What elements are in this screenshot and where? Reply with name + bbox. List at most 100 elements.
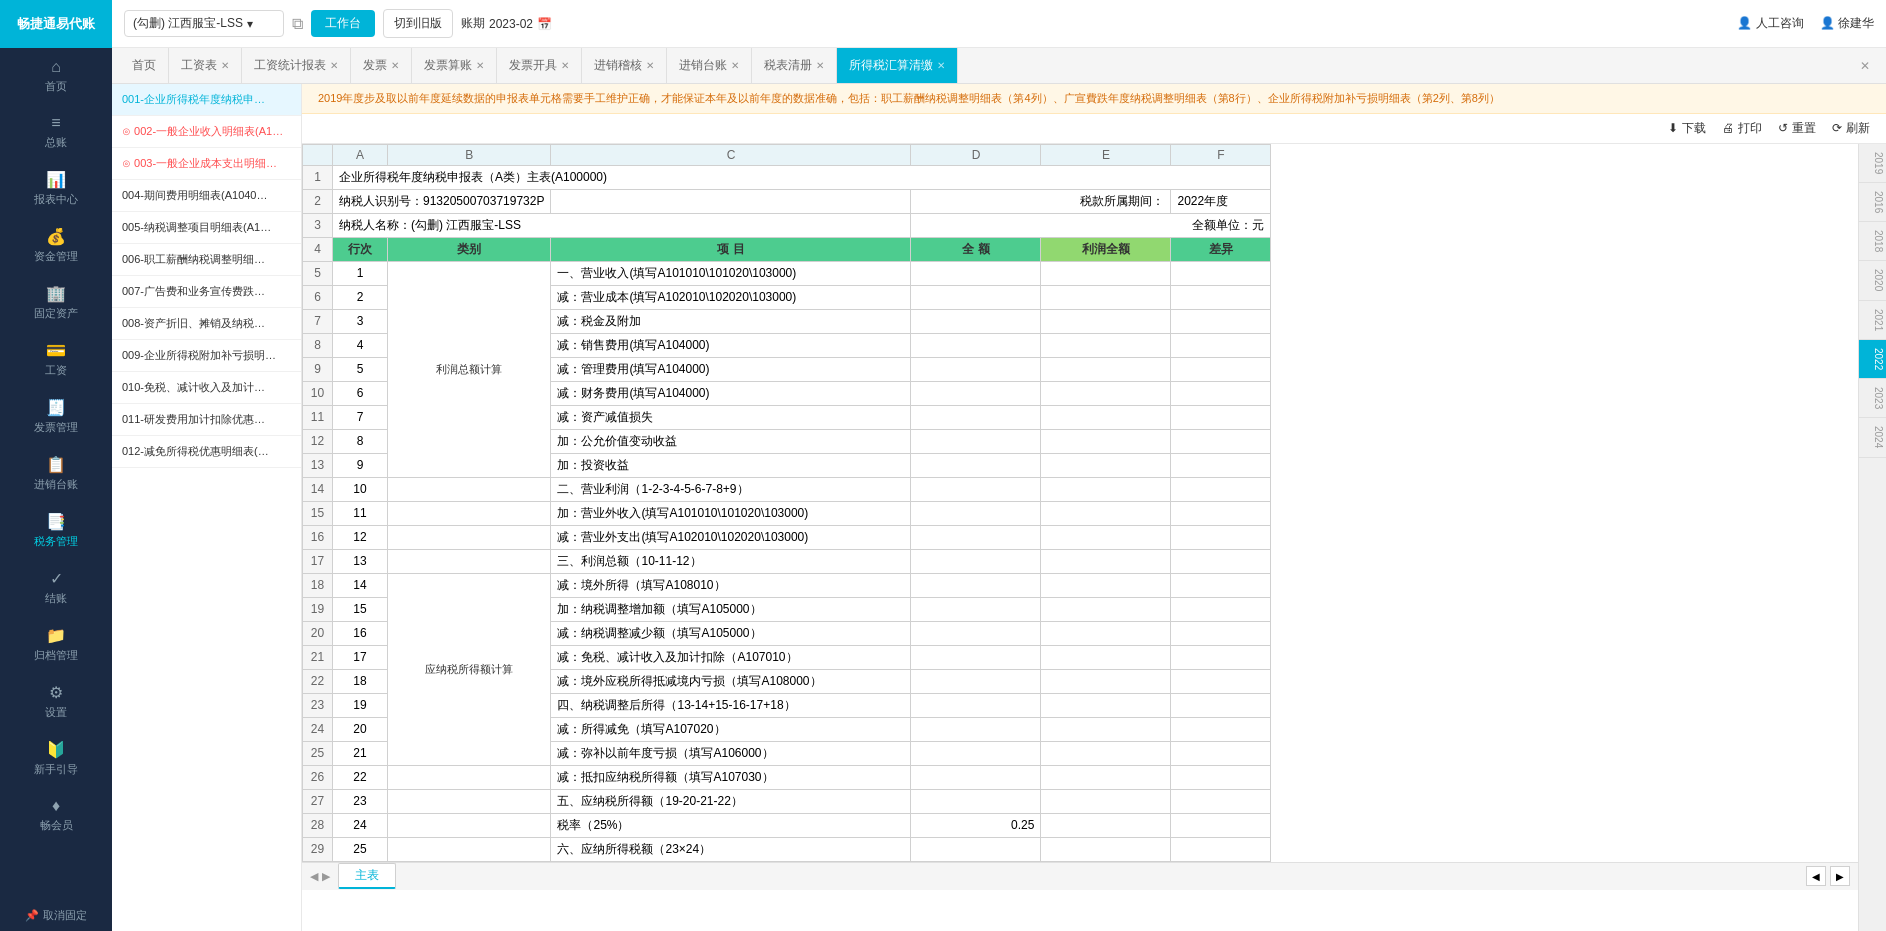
sidebar-item-archive[interactable]: 📁 归档管理 [0,616,112,673]
scroll-right-btn[interactable]: ▶ [1830,866,1850,886]
copy-icon[interactable]: ⧉ [292,15,303,33]
currency-label-cell: 全额单位：元 [911,213,1271,237]
sidebar-item-ledger[interactable]: ≡ 总账 [0,104,112,160]
sidebar-item-settlement[interactable]: ✓ 结账 [0,559,112,616]
tab-invoice-calc[interactable]: 发票算账 ✕ [412,48,497,84]
sheet-tab-main[interactable]: 主表 [338,863,396,889]
tab-invoice-issue-close[interactable]: ✕ [561,60,569,71]
print-button[interactable]: 🖨 打印 [1722,120,1762,137]
sidebar-item-invoices[interactable]: 🧾 发票管理 [0,388,112,445]
year-2022[interactable]: 2022 [1859,340,1886,379]
sidebar-item-fixed-assets[interactable]: 🏢 固定资产 [0,274,112,331]
row-num-16: 16 [303,525,333,549]
tab-fapiao-close[interactable]: ✕ [391,60,399,71]
tab-income-tax[interactable]: 所得税汇算清缴 ✕ [837,48,958,84]
col-lirun-header: 利润全额 [1041,237,1171,261]
sidebar-item-assets[interactable]: 💰 资金管理 [0,217,112,274]
year-2023[interactable]: 2023 [1859,379,1886,418]
xuhao-12: 8 [333,429,388,453]
chay-21 [1171,645,1271,669]
tab-invoice-issue[interactable]: 发票开具 ✕ [497,48,582,84]
quanje-13 [911,453,1041,477]
left-panel-item-005[interactable]: 005-纳税调整项目明细表(A1… [112,212,301,244]
left-panel-item-010[interactable]: 010-免税、减计收入及加计… [112,372,301,404]
sidebar-item-reports[interactable]: 📊 报表中心 [0,160,112,217]
row-num-2: 2 [303,189,333,213]
refresh-button[interactable]: ⟳ 刷新 [1832,120,1870,137]
row-num-25: 25 [303,741,333,765]
left-panel-item-012[interactable]: 012-减免所得税优惠明细表(… [112,436,301,468]
sidebar-pin-btn[interactable]: 📌 取消固定 [0,900,112,931]
tab-invoice-calc-close[interactable]: ✕ [476,60,484,71]
fixed-assets-icon: 🏢 [46,284,66,303]
switch-version-button[interactable]: 切到旧版 [383,9,453,38]
company-selector[interactable]: (勾删) 江西服宝-LSS ▾ [124,10,284,37]
quanje-19 [911,597,1041,621]
left-panel-item-007[interactable]: 007-广告费和业务宣传费跌… [112,276,301,308]
download-button[interactable]: ⬇ 下载 [1668,120,1706,137]
xuhao-27: 23 [333,789,388,813]
tab-tax-list-close[interactable]: ✕ [816,60,824,71]
tab-tax-list[interactable]: 税表清册 ✕ [752,48,837,84]
left-panel-item-002[interactable]: ⊙ 002-一般企业收入明细表(A1… [112,116,301,148]
tab-payroll-stats[interactable]: 工资统计报表 ✕ [242,48,351,84]
sidebar-item-guide[interactable]: 🔰 新手引导 [0,730,112,787]
row-num-24: 24 [303,717,333,741]
sidebar-item-member[interactable]: ♦ 畅会员 [0,787,112,843]
left-panel-item-008[interactable]: 008-资产折旧、摊销及纳税… [112,308,301,340]
year-2016[interactable]: 2016 [1859,183,1886,222]
sidebar-item-purchases[interactable]: 📋 进销台账 [0,445,112,502]
next-sheet-btn[interactable]: ▶ [322,870,330,883]
sidebar-label-member: 畅会员 [40,818,73,833]
sidebar-item-home[interactable]: ⌂ 首页 [0,48,112,104]
tab-income-tax-close[interactable]: ✕ [937,60,945,71]
empty-cell-2c [551,189,911,213]
reset-icon: ↺ [1778,121,1788,135]
tab-payroll-stats-close[interactable]: ✕ [330,60,338,71]
left-panel-item-001[interactable]: 001-企业所得税年度纳税申… [112,84,301,116]
user-service[interactable]: 👤 人工咨询 [1737,15,1803,32]
tab-purchase-verify[interactable]: 进销稽核 ✕ [582,48,667,84]
left-panel-item-006[interactable]: 006-职工薪酬纳税调整明细… [112,244,301,276]
xiangmu-7: 减：税金及附加 [551,309,911,333]
year-2024[interactable]: 2024 [1859,418,1886,457]
user-name[interactable]: 👤 徐建华 [1820,15,1874,32]
chay-14 [1171,477,1271,501]
prev-sheet-btn[interactable]: ◀ [310,870,318,883]
sidebar-item-tax[interactable]: 📑 税务管理 [0,502,112,559]
close-all-icon[interactable]: ✕ [1860,59,1878,73]
tab-purchase-ledger[interactable]: 进销台账 ✕ [667,48,752,84]
year-2020[interactable]: 2020 [1859,261,1886,300]
chay-29 [1171,837,1271,861]
calendar-icon[interactable]: 📅 [537,17,552,31]
item-007-label: 007-广告费和业务宣传费跌… [122,285,265,297]
tab-fapiao[interactable]: 发票 ✕ [351,48,412,84]
tab-home[interactable]: 首页 [120,48,169,84]
sidebar-item-payroll[interactable]: 💳 工资 [0,331,112,388]
tab-bar: 首页 工资表 ✕ 工资统计报表 ✕ 发票 ✕ 发票算账 ✕ 发票开具 ✕ 进销稽… [112,48,1886,84]
scroll-left-btn[interactable]: ◀ [1806,866,1826,886]
left-panel-item-011[interactable]: 011-研发费用加计扣除优惠… [112,404,301,436]
xiangmu-24: 减：所得减免（填写A107020） [551,717,911,741]
workbench-button[interactable]: 工作台 [311,10,375,37]
tab-purchase-ledger-close[interactable]: ✕ [731,60,739,71]
tab-payroll[interactable]: 工资表 ✕ [169,48,242,84]
left-panel-item-004[interactable]: 004-期间费用明细表(A1040… [112,180,301,212]
left-panel-item-009[interactable]: 009-企业所得税附加补亏损明… [112,340,301,372]
lirun-20 [1041,621,1171,645]
reset-button[interactable]: ↺ 重置 [1778,120,1816,137]
chay-8 [1171,333,1271,357]
bottom-scroll-btns: ◀ ▶ [1806,866,1850,886]
left-panel-item-003[interactable]: ⊙ 003-一般企业成本支出明细… [112,148,301,180]
tab-payroll-close[interactable]: ✕ [221,60,229,71]
year-2019[interactable]: 2019 [1859,144,1886,183]
sheet-container[interactable]: A B C D E F 1 企业所 [302,144,1858,932]
year-2018[interactable]: 2018 [1859,222,1886,261]
tab-purchase-verify-close[interactable]: ✕ [646,60,654,71]
xuhao-22: 18 [333,669,388,693]
chay-27 [1171,789,1271,813]
download-icon: ⬇ [1668,121,1678,135]
year-2021[interactable]: 2021 [1859,301,1886,340]
sidebar-item-settings[interactable]: ⚙ 设置 [0,673,112,730]
xiangmu-8: 减：销售费用(填写A104000) [551,333,911,357]
